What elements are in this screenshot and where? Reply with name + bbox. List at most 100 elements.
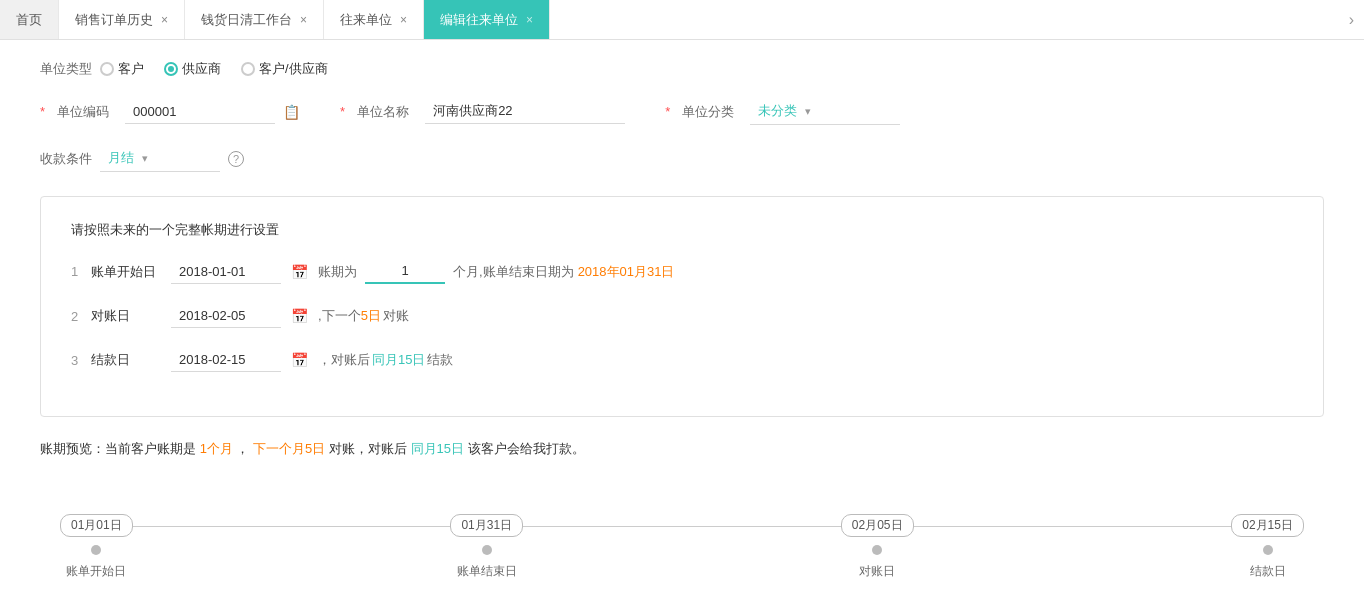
row-label-1: 账单开始日: [91, 263, 171, 281]
preview-prefix: 账期预览：当前客户账期是: [40, 441, 196, 456]
settings-card: 请按照未来的一个完整帐期进行设置 1 账单开始日 📅 账期为 个月,账单结束日期…: [40, 196, 1324, 417]
tab-cash-work-close[interactable]: ×: [300, 13, 307, 27]
unit-class-star: *: [665, 104, 670, 119]
preview-part1: 1个月: [200, 441, 233, 456]
reconcile-prefix: ,下一个: [318, 307, 361, 325]
radio-group: 客户 供应商 客户/供应商: [100, 60, 328, 78]
period-label: 账期为: [318, 263, 357, 281]
unit-class-group: * 单位分类 未分类 ▾: [665, 98, 900, 125]
unit-code-label: 单位编码: [57, 103, 109, 121]
tab-cash-work-label: 钱货日清工作台: [201, 11, 292, 29]
tab-edit-partner[interactable]: 编辑往来单位 ×: [424, 0, 550, 39]
card-title: 请按照未来的一个完整帐期进行设置: [71, 221, 1293, 239]
tab-partner-list[interactable]: 往来单位 ×: [324, 0, 424, 39]
unit-name-input[interactable]: [425, 100, 625, 124]
reconcile-suffix: 对账: [383, 307, 409, 325]
tl-node-1: 01月01日 账单开始日: [60, 514, 133, 580]
payment-suffix: 结款: [427, 351, 453, 369]
copy-icon[interactable]: 📋: [283, 104, 300, 120]
radio-both-circle: [241, 62, 255, 76]
tab-home-label: 首页: [16, 11, 42, 29]
tab-arrow[interactable]: ›: [1339, 0, 1364, 39]
payment-date-input[interactable]: [171, 348, 281, 372]
row-num-1: 1: [71, 264, 91, 279]
tab-partner-list-label: 往来单位: [340, 11, 392, 29]
payment-help-icon[interactable]: ?: [228, 151, 244, 167]
tl-tag-2: 01月31日: [450, 514, 523, 537]
tab-sales-history-label: 销售订单历史: [75, 11, 153, 29]
preview-part3: 同月15日: [411, 441, 464, 456]
payment-arrow: ▾: [142, 152, 148, 165]
setting-row-3: 3 结款日 📅 ，对账后 同月15日 结款: [71, 348, 1293, 372]
unit-class-value: 未分类: [758, 102, 797, 120]
tab-sales-history[interactable]: 销售订单历史 ×: [59, 0, 185, 39]
tab-edit-partner-close[interactable]: ×: [526, 13, 533, 27]
tl-node-2: 01月31日 账单结束日: [450, 514, 523, 580]
radio-customer-circle: [100, 62, 114, 76]
radio-both[interactable]: 客户/供应商: [241, 60, 328, 78]
tl-tag-3: 02月05日: [841, 514, 914, 537]
tl-desc-2: 账单结束日: [457, 563, 517, 580]
row-num-3: 3: [71, 353, 91, 368]
payment-row: 收款条件 月结 ▾ ?: [40, 145, 1324, 172]
unit-type-row: 单位类型 客户 供应商 客户/供应商: [40, 60, 1324, 78]
radio-supplier[interactable]: 供应商: [164, 60, 221, 78]
unit-class-arrow: ▾: [805, 105, 811, 118]
unit-name-group: * 单位名称: [340, 100, 625, 124]
unit-code-input[interactable]: [125, 100, 275, 124]
radio-customer[interactable]: 客户: [100, 60, 144, 78]
tl-dot-4: [1263, 545, 1273, 555]
tl-node-4: 02月15日 结款日: [1231, 514, 1304, 580]
radio-customer-label: 客户: [118, 60, 144, 78]
payment-date-cal-icon[interactable]: 📅: [291, 352, 308, 368]
timeline-section: 01月01日 账单开始日 01月31日 账单结束日 02月05日 对账日 02月…: [40, 484, 1324, 608]
unit-code-star: *: [40, 104, 45, 119]
unit-class-label: 单位分类: [682, 103, 734, 121]
period-unit-text: 个月,账单结束日期为: [453, 263, 574, 281]
setting-row-1: 1 账单开始日 📅 账期为 个月,账单结束日期为 2018年01月31日: [71, 259, 1293, 284]
start-date-input[interactable]: [171, 260, 281, 284]
preview-suffix: 该客户会给我打款。: [468, 441, 585, 456]
tl-dot-1: [91, 545, 101, 555]
tab-bar: 首页 销售订单历史 × 钱货日清工作台 × 往来单位 × 编辑往来单位 × ›: [0, 0, 1364, 40]
payment-select[interactable]: 月结 ▾: [100, 145, 220, 172]
row-label-3: 结款日: [91, 351, 171, 369]
timeline-nodes: 01月01日 账单开始日 01月31日 账单结束日 02月05日 对账日 02月…: [60, 514, 1304, 580]
tl-node-3: 02月05日 对账日: [841, 514, 914, 580]
period-end-date: 2018年01月31日: [578, 263, 675, 281]
preview-comma1: ，: [236, 441, 249, 456]
tl-tag-1: 01月01日: [60, 514, 133, 537]
unit-class-select[interactable]: 未分类 ▾: [750, 98, 900, 125]
start-date-cal-icon[interactable]: 📅: [291, 264, 308, 280]
setting-row-2: 2 对账日 📅 ,下一个 5日 对账: [71, 304, 1293, 328]
tl-dot-2: [482, 545, 492, 555]
reconcile-date-input[interactable]: [171, 304, 281, 328]
preview-middle: 对账，对账后: [329, 441, 407, 456]
tab-sales-history-close[interactable]: ×: [161, 13, 168, 27]
row-label-2: 对账日: [91, 307, 171, 325]
radio-both-label: 客户/供应商: [259, 60, 328, 78]
preview-part2: 下一个月5日: [253, 441, 325, 456]
main-content: 单位类型 客户 供应商 客户/供应商 * 单位编码 📋 * 单位名称: [0, 40, 1364, 608]
preview-section: 账期预览：当前客户账期是 1个月 ， 下一个月5日 对账，对账后 同月15日 该…: [40, 437, 1324, 460]
payment-prefix: ，对账后: [318, 351, 370, 369]
reconcile-date-cal-icon[interactable]: 📅: [291, 308, 308, 324]
tab-edit-partner-label: 编辑往来单位: [440, 11, 518, 29]
radio-supplier-label: 供应商: [182, 60, 221, 78]
tab-cash-work[interactable]: 钱货日清工作台 ×: [185, 0, 324, 39]
tab-home[interactable]: 首页: [0, 0, 59, 39]
tl-dot-3: [872, 545, 882, 555]
payment-highlight: 同月15日: [372, 351, 425, 369]
unit-code-group: * 单位编码 📋: [40, 100, 300, 124]
payment-value: 月结: [108, 149, 134, 167]
tl-tag-4: 02月15日: [1231, 514, 1304, 537]
unit-type-label: 单位类型: [40, 60, 92, 78]
unit-name-star: *: [340, 104, 345, 119]
tab-partner-list-close[interactable]: ×: [400, 13, 407, 27]
payment-label: 收款条件: [40, 150, 92, 168]
row-num-2: 2: [71, 309, 91, 324]
reconcile-highlight: 5日: [361, 307, 381, 325]
tl-desc-1: 账单开始日: [66, 563, 126, 580]
tl-desc-4: 结款日: [1250, 563, 1286, 580]
period-value-input[interactable]: [365, 259, 445, 284]
